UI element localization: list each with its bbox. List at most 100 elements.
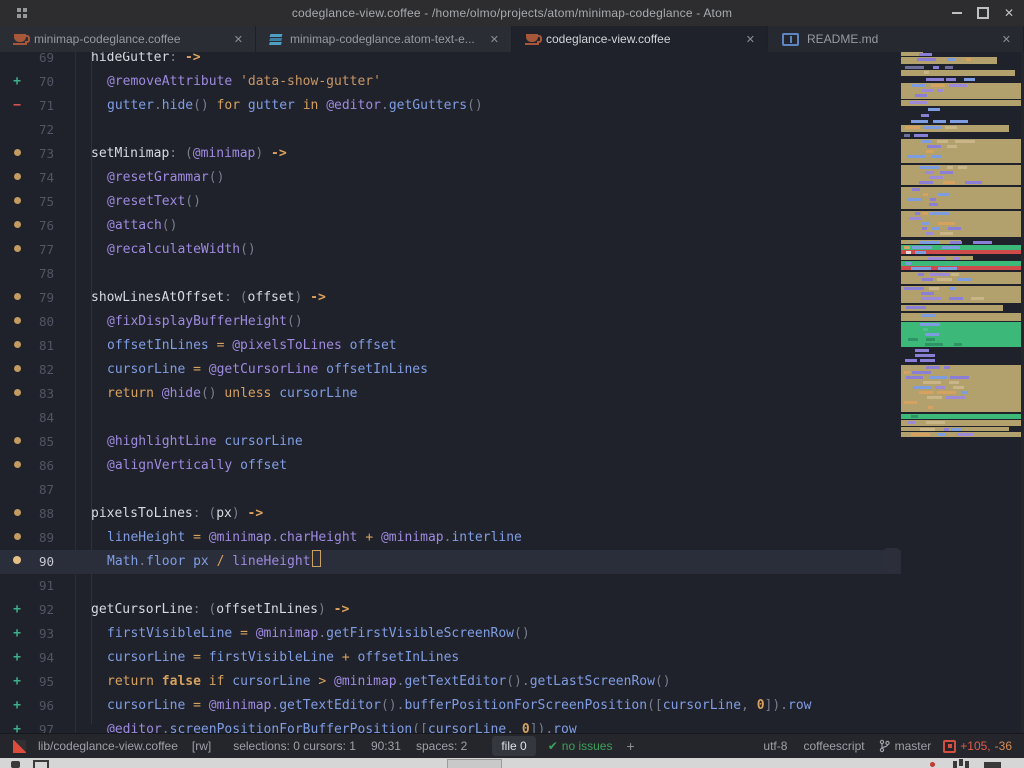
- minimap-code-dash: [912, 188, 920, 191]
- code-line-96[interactable]: +96 cursorLine = @minimap.getTextEditor()…: [0, 694, 901, 718]
- code-line-74[interactable]: 74 @resetGrammar(): [0, 166, 901, 190]
- status-encoding[interactable]: utf-8: [763, 739, 787, 753]
- code-line-81[interactable]: 81 offsetInLines = @pixelsToLines offset: [0, 334, 901, 358]
- line-number[interactable]: 75: [24, 190, 54, 214]
- line-number[interactable]: 70: [24, 70, 54, 94]
- line-number[interactable]: 77: [24, 238, 54, 262]
- minimap-code-dash: [909, 101, 927, 104]
- taskbar-notification-dot: [930, 762, 935, 767]
- line-number[interactable]: 69: [24, 52, 54, 70]
- line-number[interactable]: 86: [24, 454, 54, 478]
- line-number[interactable]: 71: [24, 94, 54, 118]
- gutter-plus-icon: +: [13, 674, 21, 689]
- code-line-92[interactable]: +92 getCursorLine: (offsetInLines) ->: [0, 598, 901, 622]
- code-line-91[interactable]: 91: [0, 574, 901, 598]
- code-line-84[interactable]: 84: [0, 406, 901, 430]
- tab-codeglance-view.coffee[interactable]: codeglance-view.coffee ✕: [512, 26, 768, 52]
- line-number[interactable]: 85: [24, 430, 54, 454]
- taskbar-window-button[interactable]: [447, 759, 502, 768]
- status-indent-setting[interactable]: spaces: 2: [416, 739, 467, 753]
- code-line-88[interactable]: 88 pixelsToLines: (px) ->: [0, 502, 901, 526]
- code-line-80[interactable]: 80 @fixDisplayBufferHeight(): [0, 310, 901, 334]
- line-content: showLinesAtOffset: (offset) ->: [91, 290, 326, 305]
- status-file-badge[interactable]: file 0: [492, 736, 536, 756]
- line-number[interactable]: 79: [24, 286, 54, 310]
- minimize-button[interactable]: [951, 12, 962, 14]
- line-number[interactable]: 72: [24, 118, 54, 142]
- maximize-button[interactable]: [976, 7, 989, 19]
- line-content: offsetInLines = @pixelsToLines offset: [107, 338, 397, 353]
- line-number[interactable]: 87: [24, 478, 54, 502]
- code-line-73[interactable]: 73 setMinimap: (@minimap) ->: [0, 142, 901, 166]
- line-number[interactable]: 93: [24, 622, 54, 646]
- code-line-93[interactable]: +93 firstVisibleLine = @minimap.getFirstV…: [0, 622, 901, 646]
- code-editor[interactable]: 69 hideGutter: -> +70 @removeAttribute 'dat…: [0, 52, 1024, 733]
- code-line-86[interactable]: 86 @alignVertically offset: [0, 454, 901, 478]
- taskbar-stats-icon[interactable]: [953, 761, 957, 768]
- taskbar-tray-icon[interactable]: [984, 762, 1001, 768]
- code-line-75[interactable]: 75 @resetText(): [0, 190, 901, 214]
- code-line-78[interactable]: 78: [0, 262, 901, 286]
- taskbar-monitor-icon[interactable]: [33, 760, 49, 768]
- tab-minimap-codeglance.coffee[interactable]: minimap-codeglance.coffee ✕: [0, 26, 256, 52]
- line-number[interactable]: 76: [24, 214, 54, 238]
- line-number[interactable]: 84: [24, 406, 54, 430]
- tab-close-icon[interactable]: ✕: [744, 33, 757, 46]
- status-grammar[interactable]: coffeescript: [803, 739, 864, 753]
- code-line-83[interactable]: 83 return @hide() unless cursorLine: [0, 382, 901, 406]
- line-number[interactable]: 73: [24, 142, 54, 166]
- tab-minimap-codeglance.atom-text-e...[interactable]: minimap-codeglance.atom-text-e... ✕: [256, 26, 512, 52]
- line-number[interactable]: 97: [24, 718, 54, 733]
- status-issues[interactable]: ✔ no issues: [548, 739, 613, 753]
- tab-readme.md[interactable]: README.md ✕: [768, 26, 1024, 52]
- minimap-code-dash: [927, 145, 941, 148]
- code-line-77[interactable]: 77 @recalculateWidth(): [0, 238, 901, 262]
- status-add-button[interactable]: +: [626, 738, 634, 754]
- code-line-85[interactable]: 85 @highlightLine cursorLine: [0, 430, 901, 454]
- tab-close-icon[interactable]: ✕: [232, 33, 245, 46]
- status-git-branch[interactable]: master: [879, 739, 931, 753]
- code-line-82[interactable]: 82 cursorLine = @getCursorLine offsetInLi…: [0, 358, 901, 382]
- line-number[interactable]: 81: [24, 334, 54, 358]
- title-bar[interactable]: codeglance-view.coffee - /home/olmo/proj…: [0, 0, 1024, 26]
- status-git-diff[interactable]: +105, -36: [943, 739, 1012, 753]
- code-line-69[interactable]: 69 hideGutter: ->: [0, 52, 901, 70]
- line-number[interactable]: 80: [24, 310, 54, 334]
- line-number[interactable]: 74: [24, 166, 54, 190]
- line-number[interactable]: 94: [24, 646, 54, 670]
- line-number[interactable]: 90: [24, 550, 54, 574]
- code-line-95[interactable]: +95 return false if cursorLine > @minimap…: [0, 670, 901, 694]
- tab-close-icon[interactable]: ✕: [1000, 33, 1013, 46]
- line-number[interactable]: 95: [24, 670, 54, 694]
- code-line-72[interactable]: 72: [0, 118, 901, 142]
- code-line-71[interactable]: −71 gutter.hide() for gutter in @editor.g…: [0, 94, 901, 118]
- code-line-94[interactable]: +94 cursorLine = firstVisibleLine + offse…: [0, 646, 901, 670]
- minimap-code-dash: [932, 155, 941, 158]
- line-number[interactable]: 82: [24, 358, 54, 382]
- code-line-87[interactable]: 87: [0, 478, 901, 502]
- code-line-97[interactable]: +97 @editor.screenPositionForBufferPositi…: [0, 718, 901, 733]
- line-number[interactable]: 83: [24, 382, 54, 406]
- minimap-code-dash: [930, 212, 950, 215]
- code-line-90[interactable]: 90 Math.floor px / lineHeight: [0, 550, 901, 574]
- line-number[interactable]: 78: [24, 262, 54, 286]
- tab-close-icon[interactable]: ✕: [488, 33, 501, 46]
- line-number[interactable]: 92: [24, 598, 54, 622]
- code-line-76[interactable]: 76 @attach(): [0, 214, 901, 238]
- line-number[interactable]: 96: [24, 694, 54, 718]
- code-line-89[interactable]: 89 lineHeight = @minimap.charHeight + @mi…: [0, 526, 901, 550]
- line-number[interactable]: 89: [24, 526, 54, 550]
- line-number[interactable]: 88: [24, 502, 54, 526]
- minimap-code-dash: [911, 415, 918, 418]
- minimap-code-dash: [908, 338, 918, 341]
- close-window-button[interactable]: ✕: [1004, 7, 1014, 19]
- tab-bar: minimap-codeglance.coffee ✕ minimap-codegl…: [0, 26, 1024, 52]
- code-line-70[interactable]: +70 @removeAttribute 'data-show-gutter': [0, 70, 901, 94]
- line-number[interactable]: 91: [24, 574, 54, 598]
- status-cursor-position[interactable]: 90:31: [371, 739, 401, 753]
- taskbar-app-icon[interactable]: [11, 761, 20, 768]
- code-line-79[interactable]: 79 showLinesAtOffset: (offset) ->: [0, 286, 901, 310]
- minimap[interactable]: [901, 52, 1021, 733]
- minimap-code-dash: [911, 267, 931, 270]
- scrollbar-thumb[interactable]: [884, 548, 899, 572]
